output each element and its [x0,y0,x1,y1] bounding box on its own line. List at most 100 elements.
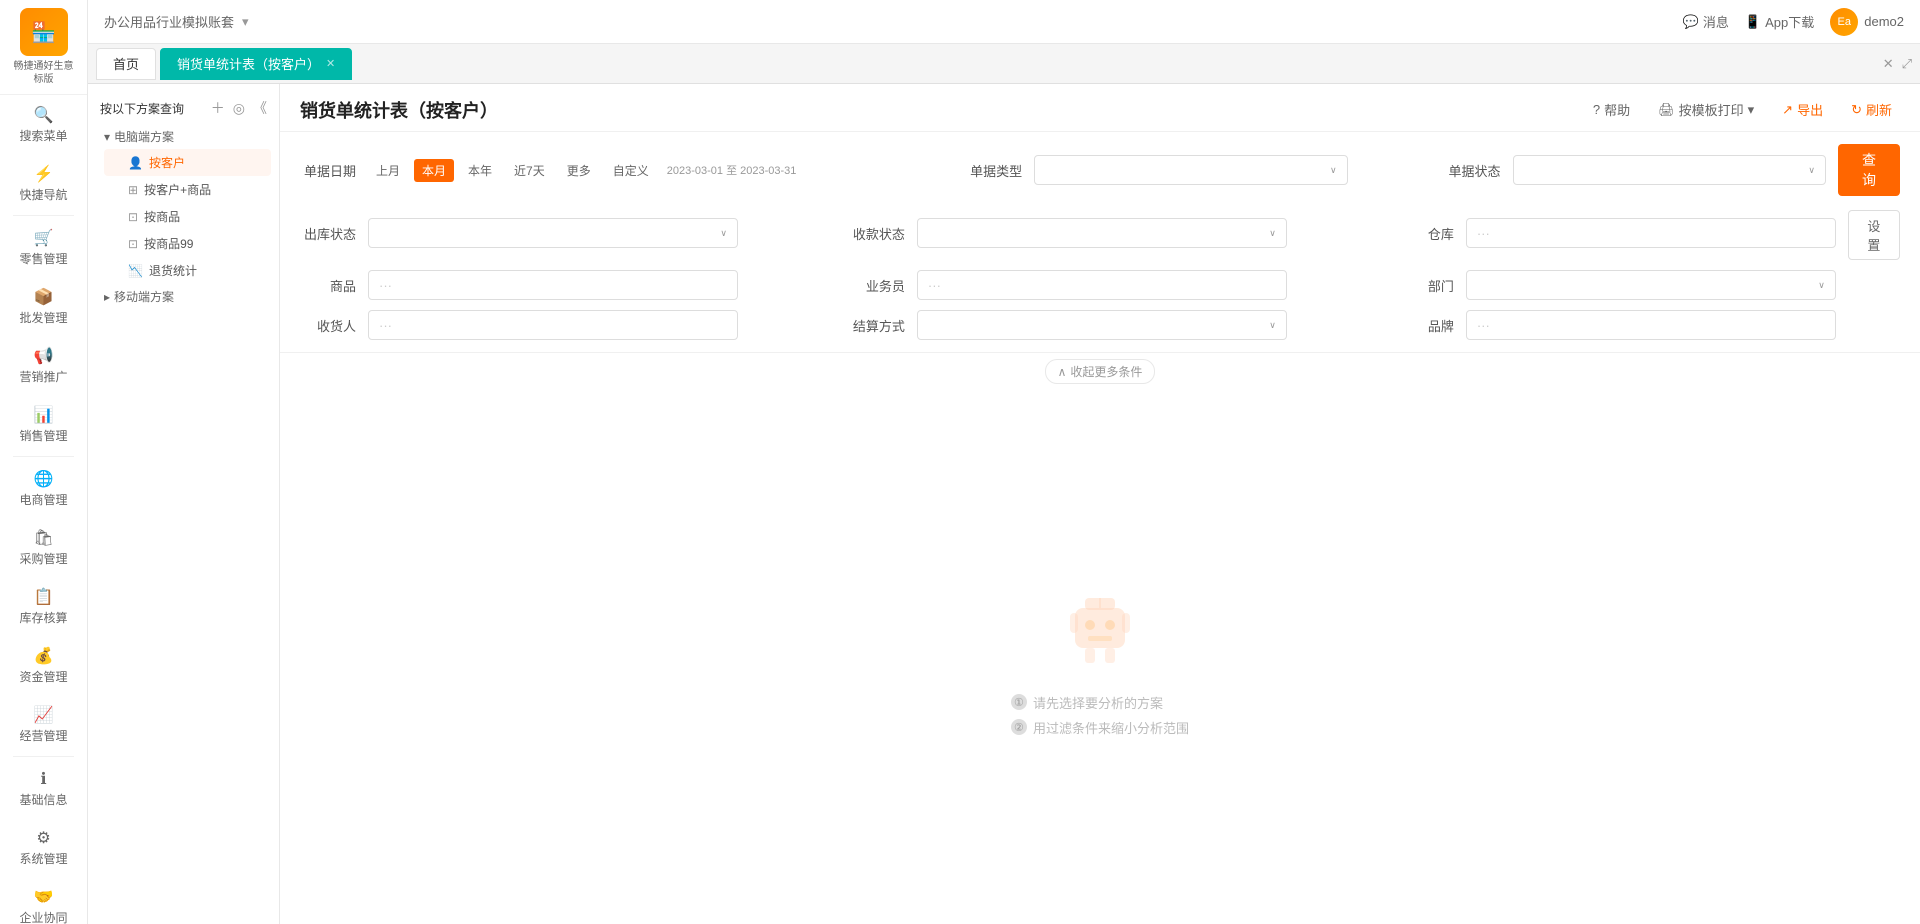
empty-hints: ① 请先选择要分析的方案 ② 用过滤条件来缩小分析范围 [1011,693,1189,737]
sidebar-item-search-menu[interactable]: 🔍 搜索菜单 [0,95,87,154]
sidebar-item-label-purchase: 采购管理 [19,550,67,567]
export-btn[interactable]: ↗ 导出 [1774,96,1831,123]
tab-close-icon[interactable]: ✕ [326,57,335,70]
user-avatar: Ea [1830,8,1858,36]
sidebar-item-operations[interactable]: 📈 经营管理 [0,695,87,754]
logo-icon: 🏪 [20,8,68,56]
mobile-schemes-chevron: ▸ [104,290,110,304]
message-btn[interactable]: 💬 消息 [1683,12,1729,31]
sidebar-item-marketing[interactable]: 📢 营销推广 [0,336,87,395]
left-panel: 按以下方案查询 ＋ ◎ 《 ▾ 电脑端方案 👤 按客户 [88,84,280,924]
basic-info-icon: ℹ [40,769,46,789]
tab-home[interactable]: 首页 [96,48,156,80]
warehouse-label: 仓库 [1398,224,1454,243]
date-btn-more[interactable]: 更多 [559,159,599,182]
sidebar-item-wholesale[interactable]: 📦 批发管理 [0,277,87,336]
app-download-btn[interactable]: 📱 App下载 [1745,12,1814,31]
system-icon: ⚙ [36,828,50,848]
date-label: 单据日期 [300,161,356,180]
pc-schemes-header[interactable]: ▾ 电脑端方案 [96,124,271,149]
payment-method-arrow [1269,320,1276,331]
sidebar-item-ecommerce[interactable]: 🌐 电商管理 [0,459,87,518]
filter-row-3: 商品 ··· 业务员 ··· 部门 [300,270,1900,300]
user-profile[interactable]: Ea demo2 [1830,8,1904,36]
consignee-dots: ··· [379,318,392,333]
sidebar-item-inventory[interactable]: 📋 库存核算 [0,577,87,636]
consignee-select[interactable]: ··· [368,310,738,340]
doc-status-select[interactable] [1513,155,1826,185]
sidebar-item-system[interactable]: ⚙ 系统管理 [0,818,87,877]
department-label: 部门 [1398,276,1454,295]
sidebar-item-finance[interactable]: 💰 资金管理 [0,636,87,695]
settings-button[interactable]: 设置 [1848,210,1900,260]
tab-expand-icon[interactable]: ⤢ [1902,56,1912,72]
pc-schemes-items: 👤 按客户 ⊞ 按客户+商品 ⊡ 按商品 ⊡ 按商品99 [96,149,271,284]
doc-status-label: 单据状态 [1445,161,1501,180]
pc-schemes-chevron: ▾ [104,130,110,144]
date-btn-last-7[interactable]: 近7天 [506,159,553,182]
scheme-by-product-99[interactable]: ⊡ 按商品99 [104,230,271,257]
product-dots: ··· [379,278,392,293]
template-print-label: 按模板打印 [1679,100,1744,119]
tab-sales-stat[interactable]: 销货单统计表（按客户） ✕ [160,48,352,80]
doc-type-arrow [1330,165,1337,176]
out-status-label: 出库状态 [300,224,356,243]
refresh-icon: ↻ [1851,102,1862,118]
collapse-bar: ∧ 收起更多条件 [280,353,1920,390]
main-area: 办公用品行业模拟账套 ▾ 💬 消息 📱 App下载 Ea demo2 首页 [88,0,1920,924]
scheme-return-stats[interactable]: 📉 退货统计 [104,257,271,284]
sidebar-item-basic-info[interactable]: ℹ 基础信息 [0,759,87,818]
left-panel-header: 按以下方案查询 ＋ ◎ 《 [88,92,279,124]
help-btn[interactable]: ? 帮助 [1585,96,1638,123]
date-btn-custom[interactable]: 自定义 [605,159,657,182]
help-icon: ? [1593,102,1600,117]
by-product-label: 按商品 [144,208,180,225]
warehouse-dots: ··· [1477,226,1490,241]
scheme-by-customer-product[interactable]: ⊞ 按客户+商品 [104,176,271,203]
scheme-by-product[interactable]: ⊡ 按商品 [104,203,271,230]
doc-type-select[interactable] [1034,155,1347,185]
empty-hint-1: ① 请先选择要分析的方案 [1011,693,1189,712]
sidebar-item-sales[interactable]: 📊 销售管理 [0,395,87,454]
brand-dots: ··· [1477,318,1490,333]
sidebar-item-enterprise[interactable]: 🤝 企业协同 [0,877,87,924]
breadcrumb-dropdown-icon[interactable]: ▾ [242,14,249,30]
date-btn-last-month[interactable]: 上月 [368,159,408,182]
return-stats-label: 退货统计 [149,262,197,279]
wholesale-icon: 📦 [34,287,54,307]
add-scheme-icon[interactable]: ＋ [211,98,225,118]
mobile-schemes-header[interactable]: ▸ 移动端方案 [96,284,271,309]
pc-schemes-group: ▾ 电脑端方案 👤 按客户 ⊞ 按客户+商品 ⊡ 按商品 [88,124,279,284]
tab-close-all-icon[interactable]: ✕ [1883,56,1894,72]
warehouse-select[interactable]: ··· [1466,218,1836,248]
salesperson-select[interactable]: ··· [917,270,1287,300]
template-print-btn[interactable]: 🖨 按模板打印 ▾ [1650,96,1762,123]
tab-home-label: 首页 [113,54,139,73]
department-select[interactable] [1466,270,1836,300]
sidebar-item-retail[interactable]: 🛒 零售管理 [0,218,87,277]
message-label: 消息 [1703,12,1729,31]
sidebar-item-purchase[interactable]: 🛍 采购管理 [0,518,87,577]
quick-nav-icon: ⚡ [34,164,54,184]
out-status-select[interactable] [368,218,738,248]
ecommerce-icon: 🌐 [34,469,54,489]
collapse-arrow-icon: ∧ [1058,365,1067,379]
date-btn-this-year[interactable]: 本年 [460,159,500,182]
export-label: 导出 [1797,100,1823,119]
sidebar-item-quick-nav[interactable]: ⚡ 快捷导航 [0,154,87,213]
page-title: 销货单统计表（按客户） [300,97,498,123]
tab-bar-controls: ✕ ⤢ [1883,56,1912,72]
collapse-panel-icon[interactable]: 《 [253,98,267,118]
date-btn-this-month[interactable]: 本月 [414,159,454,182]
product-select[interactable]: ··· [368,270,738,300]
by-product-99-icon: ⊡ [128,237,138,251]
refresh-btn[interactable]: ↻ 刷新 [1843,96,1900,123]
doc-type-label: 单据类型 [966,161,1022,180]
receipt-status-select[interactable] [917,218,1287,248]
query-button[interactable]: 查询 [1838,144,1900,196]
collapse-btn[interactable]: ∧ 收起更多条件 [1045,359,1156,384]
edit-scheme-icon[interactable]: ◎ [233,100,245,117]
scheme-by-customer[interactable]: 👤 按客户 [104,149,271,176]
brand-select[interactable]: ··· [1466,310,1836,340]
payment-method-select[interactable] [917,310,1287,340]
